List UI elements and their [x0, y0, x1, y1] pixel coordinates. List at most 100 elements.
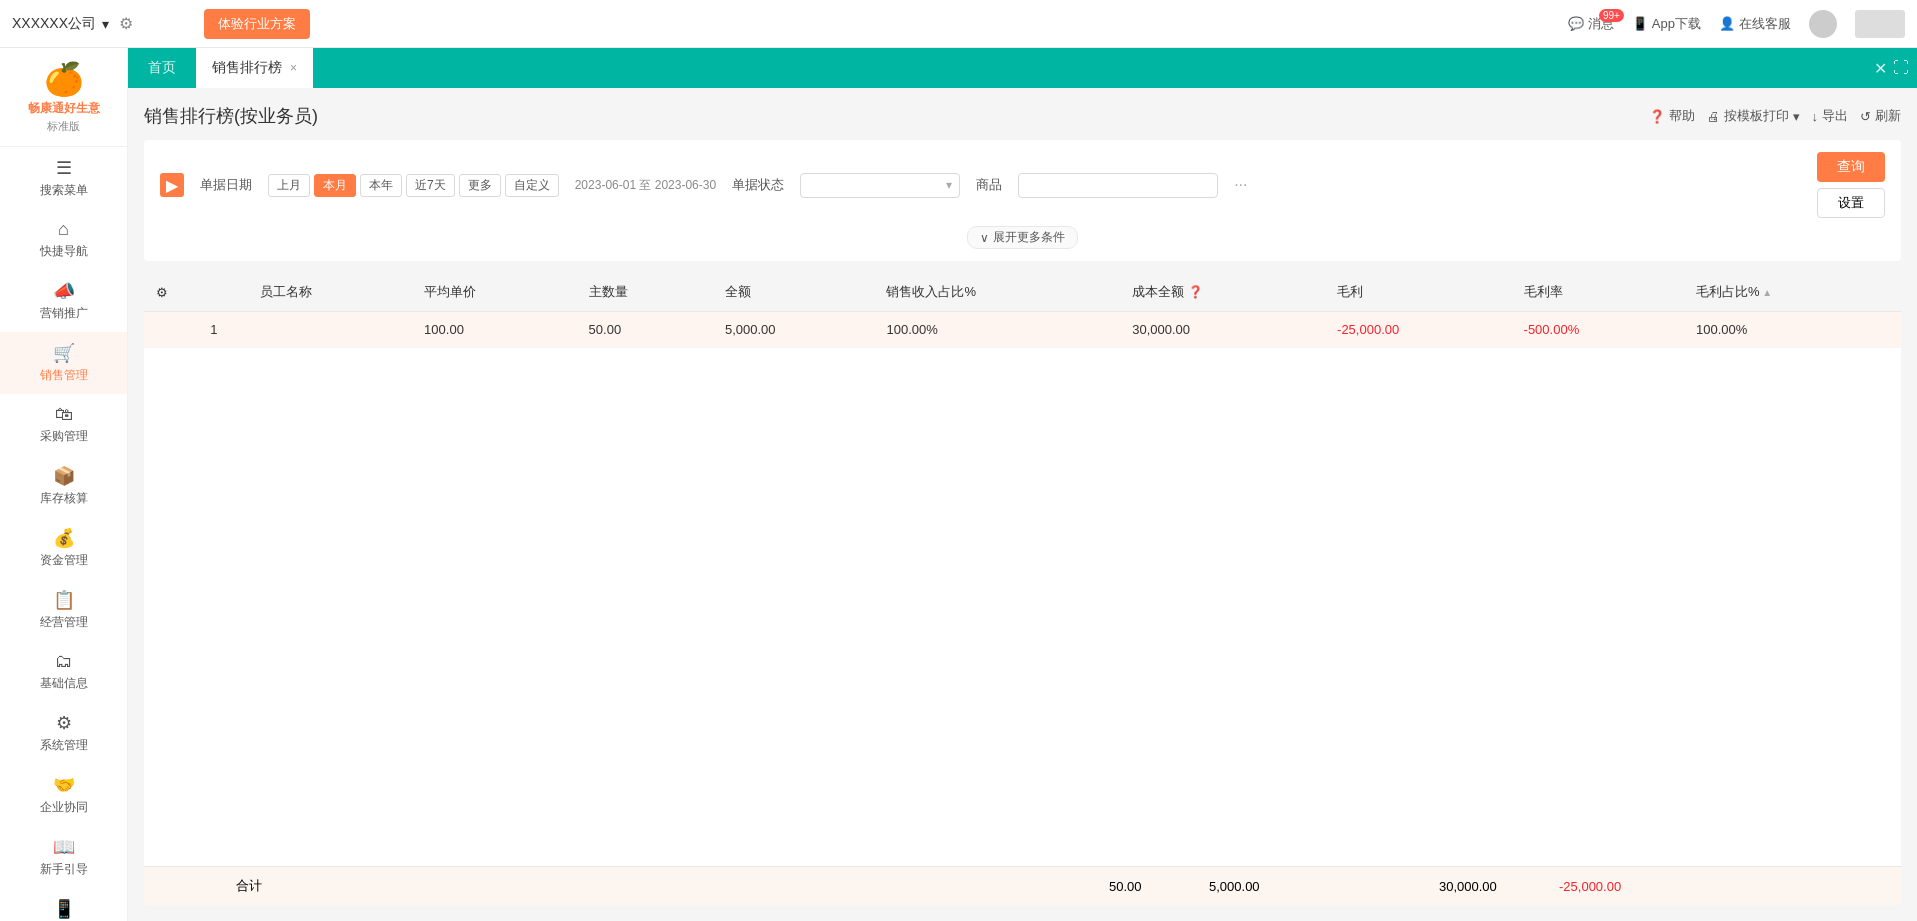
- th-name: 员工名称: [248, 273, 413, 312]
- guide-icon: 📖: [53, 836, 75, 858]
- sidebar-item-finance[interactable]: 💰 资金管理: [0, 517, 127, 579]
- help-icon: ❓: [1649, 109, 1665, 124]
- period-more[interactable]: 更多: [459, 174, 501, 197]
- company-dropdown-icon[interactable]: ▾: [102, 16, 109, 32]
- goods-label: 商品: [976, 176, 1002, 194]
- sidebar-item-label: 资金管理: [40, 552, 88, 569]
- tab-close-window-icon[interactable]: ✕: [1874, 59, 1887, 78]
- sidebar-item-shortcut[interactable]: ⌂ 快捷导航: [0, 209, 127, 270]
- sidebar-item-inventory[interactable]: 📦 库存核算: [0, 455, 127, 517]
- page-actions: ❓ 帮助 🖨 按模板打印 ▾ ↓ 导出 ↺ 刷新: [1649, 107, 1902, 125]
- enterprise-icon: 🤝: [53, 774, 75, 796]
- search-menu-icon: ☰: [56, 157, 72, 179]
- company-selector[interactable]: XXXXXX公司 ▾ ⚙: [12, 14, 192, 33]
- tab-expand-icon[interactable]: ⛶: [1893, 59, 1909, 77]
- cell-amount: 5,000.00: [713, 312, 874, 348]
- sidebar-item-operations[interactable]: 📋 经营管理: [0, 579, 127, 641]
- footer-label: 合计: [236, 877, 1009, 895]
- more-conditions-dots[interactable]: ···: [1234, 176, 1247, 194]
- settings-btn[interactable]: 设置: [1817, 188, 1885, 218]
- print-btn[interactable]: 🖨 按模板打印 ▾: [1707, 107, 1800, 125]
- help-btn[interactable]: ❓ 帮助: [1649, 107, 1695, 125]
- settings-icon[interactable]: ⚙: [119, 14, 133, 33]
- cost-help-icon[interactable]: ❓: [1188, 285, 1203, 299]
- period-current-month[interactable]: 本月: [314, 174, 356, 197]
- filter-row: ▶ 单据日期 上月 本月 本年 近7天 更多 自定义 2023-06-01 至 …: [160, 152, 1885, 218]
- period-7days[interactable]: 近7天: [406, 174, 455, 197]
- sidebar-item-system[interactable]: ⚙ 系统管理: [0, 702, 127, 764]
- sidebar-item-enterprise[interactable]: 🤝 企业协同: [0, 764, 127, 826]
- status-select-wrapper[interactable]: [800, 173, 960, 198]
- period-buttons: 上月 本月 本年 近7天 更多 自定义: [268, 174, 559, 197]
- goods-input[interactable]: [1018, 173, 1218, 198]
- print-icon: 🖨: [1707, 109, 1720, 124]
- print-dropdown-icon[interactable]: ▾: [1793, 109, 1800, 124]
- avatar[interactable]: [1809, 10, 1837, 38]
- sidebar-item-sales[interactable]: 🛒 销售管理: [0, 332, 127, 394]
- tab-close-icon[interactable]: ×: [290, 61, 297, 75]
- export-btn[interactable]: ↓ 导出: [1812, 107, 1849, 125]
- refresh-btn[interactable]: ↺ 刷新: [1860, 107, 1901, 125]
- sidebar-item-label: 基础信息: [40, 675, 88, 692]
- logo-title: 畅康通好生意: [28, 100, 100, 117]
- th-settings: ⚙: [144, 273, 180, 312]
- service-icon: 👤: [1719, 16, 1735, 31]
- sidebar-item-search[interactable]: ☰ 搜索菜单: [0, 147, 127, 209]
- logo-icon: 🍊: [44, 60, 84, 98]
- period-prev-month[interactable]: 上月: [268, 174, 310, 197]
- footer-qty: 50.00: [1109, 879, 1209, 894]
- experience-btn[interactable]: 体验行业方案: [204, 9, 310, 39]
- status-select[interactable]: [800, 173, 960, 198]
- filter-toggle-btn[interactable]: ▶: [160, 173, 184, 197]
- cell-rank: 1: [180, 312, 248, 348]
- system-icon: ⚙: [56, 712, 72, 734]
- purchase-icon: 🛍: [55, 404, 73, 425]
- sidebar-item-label: 新手引导: [40, 861, 88, 878]
- tab-label: 销售排行榜: [212, 59, 282, 77]
- th-amount: 全额: [713, 273, 874, 312]
- table-body: 1 100.00 50.00 5,000.00 100.00% 30,000.0…: [144, 312, 1901, 348]
- expand-icon: ∨: [980, 231, 989, 245]
- sidebar-item-purchase[interactable]: 🛍 采购管理: [0, 394, 127, 455]
- th-sales-pct: 销售收入占比%: [874, 273, 1120, 312]
- message-badge: 99+: [1599, 9, 1624, 22]
- tab-home[interactable]: 首页: [128, 48, 196, 88]
- query-btn[interactable]: 查询: [1817, 152, 1885, 182]
- column-settings-icon[interactable]: ⚙: [156, 285, 168, 300]
- refresh-icon: ↺: [1860, 109, 1871, 124]
- status-label: 单据状态: [732, 176, 784, 194]
- main-layout: 🍊 畅康通好生意 标准版 ☰ 搜索菜单 ⌂ 快捷导航 📣 营销推广 🛒 销售管理…: [0, 48, 1917, 921]
- sidebar-item-guide[interactable]: 📖 新手引导: [0, 826, 127, 888]
- th-gross-rate: 毛利率: [1512, 273, 1684, 312]
- period-custom[interactable]: 自定义: [505, 174, 559, 197]
- sidebar-item-basic[interactable]: 🗂 基础信息: [0, 641, 127, 702]
- tab-bar: 首页 销售排行榜 × ✕ ⛶: [128, 48, 1917, 88]
- th-cost: 成本全额 ❓: [1120, 273, 1325, 312]
- cell-qty: 50.00: [577, 312, 713, 348]
- sidebar-logo: 🍊 畅康通好生意 标准版: [0, 48, 127, 147]
- message-btn[interactable]: 💬 消息 99+: [1568, 15, 1614, 33]
- cell-gross-pct: 100.00%: [1684, 312, 1901, 348]
- cell-gross-rate: -500.00%: [1512, 312, 1684, 348]
- page-content: 销售排行榜(按业务员) ❓ 帮助 🖨 按模板打印 ▾ ↓ 导出: [128, 88, 1917, 921]
- inventory-icon: 📦: [53, 465, 75, 487]
- app-icon: 📱: [1632, 16, 1648, 31]
- sidebar-item-label: 搜索菜单: [40, 182, 88, 199]
- company-name: XXXXXX公司: [12, 15, 96, 33]
- expand-row: ∨ 展开更多条件: [160, 226, 1885, 249]
- th-gross: 毛利: [1325, 273, 1512, 312]
- username[interactable]: [1855, 10, 1905, 38]
- table-scroll[interactable]: ⚙ 员工名称 平均单价 主数量 全额 销售收入占比% 成本全额 ❓: [144, 273, 1901, 866]
- expand-conditions-btn[interactable]: ∨ 展开更多条件: [967, 226, 1078, 249]
- th-rank: [180, 273, 248, 312]
- period-current-year[interactable]: 本年: [360, 174, 402, 197]
- logo-subtitle: 标准版: [47, 119, 80, 134]
- sidebar-item-label: 企业协同: [40, 799, 88, 816]
- app-download-btn[interactable]: 📱 App下载: [1632, 15, 1701, 33]
- sidebar-item-label: 系统管理: [40, 737, 88, 754]
- online-service-btn[interactable]: 👤 在线客服: [1719, 15, 1791, 33]
- query-actions: 查询 设置: [1817, 152, 1885, 218]
- sidebar-item-marketing[interactable]: 📣 营销推广: [0, 270, 127, 332]
- tab-sales-ranking[interactable]: 销售排行榜 ×: [196, 48, 313, 88]
- sidebar-item-apps[interactable]: 📱 应用中心: [0, 888, 127, 921]
